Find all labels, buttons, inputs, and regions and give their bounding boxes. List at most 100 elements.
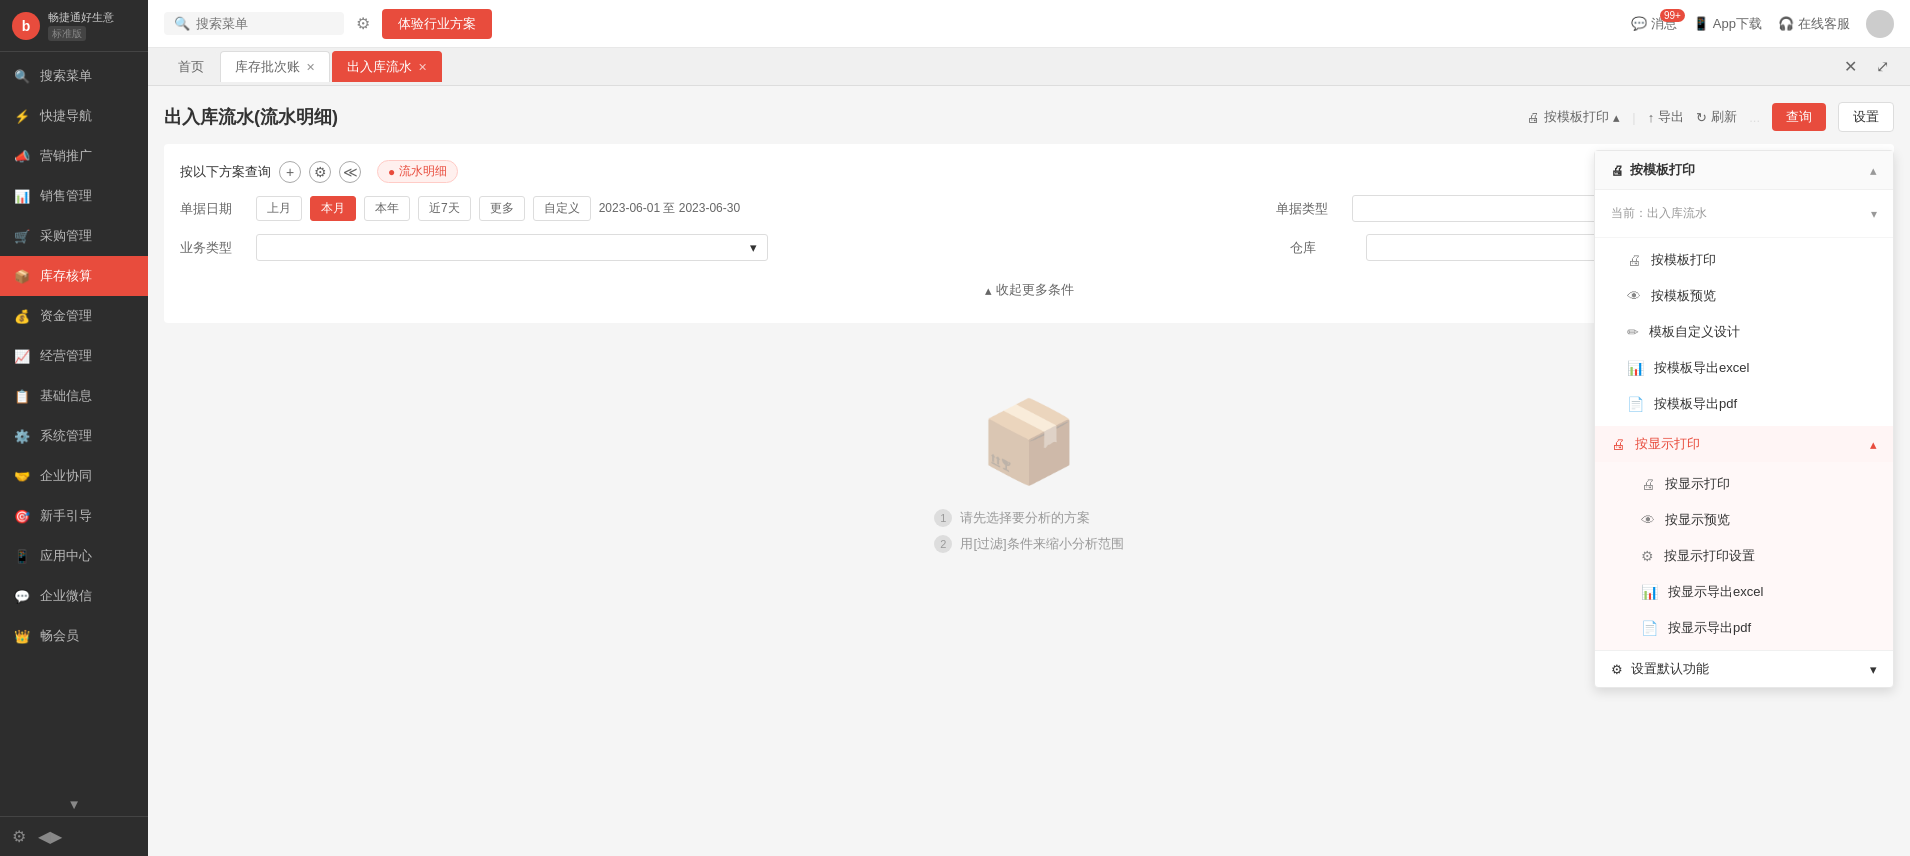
topbar-gear-icon[interactable]: ⚙ <box>356 14 370 33</box>
dropdown-template-preview[interactable]: 👁 按模板预览 <box>1595 278 1893 314</box>
filter-search-label: 按以下方案查询 <box>180 163 271 181</box>
collapse-sidebar-icon[interactable]: ◀▶ <box>38 827 62 846</box>
tab-flow-close[interactable]: ✕ <box>418 61 427 74</box>
settings-filter-button[interactable]: ⚙ <box>309 161 331 183</box>
empty-steps: 1 请先选择要分析的方案 2 用[过滤]条件来缩小分析范围 <box>934 509 1123 561</box>
dropdown-display-preview[interactable]: 👁 按显示预览 <box>1595 502 1893 538</box>
chevron-up-dropdown-icon[interactable] <box>1870 163 1877 178</box>
tab-window-actions: ✕ ⤢ <box>1838 55 1894 79</box>
basic-icon: 📋 <box>12 386 32 406</box>
sidebar-item-purchase[interactable]: 🛒 采购管理 <box>0 216 148 256</box>
dropdown-template-excel[interactable]: 📊 按模板导出excel <box>1595 350 1893 386</box>
inventory-icon: 📦 <box>12 266 32 286</box>
filter-tag[interactable]: ● 流水明细 <box>377 160 458 183</box>
industry-solution-button[interactable]: 体验行业方案 <box>382 9 492 39</box>
sidebar-item-basic[interactable]: 📋 基础信息 <box>0 376 148 416</box>
wechat-icon: 💬 <box>12 586 32 606</box>
page-header: 出入库流水(流水明细) 🖨 按模板打印 | ↑ 导出 ↻ 刷新 <box>164 102 1894 132</box>
topbar-actions: 💬 消息 99+ 📱 App下载 🎧 在线客服 <box>1631 10 1894 38</box>
sales-icon: 📊 <box>12 186 32 206</box>
sidebar-item-finance[interactable]: 💰 资金管理 <box>0 296 148 336</box>
query-button[interactable]: 查询 <box>1772 103 1826 131</box>
topbar-search-icon: 🔍 <box>174 16 190 31</box>
close-window-button[interactable]: ✕ <box>1838 55 1862 79</box>
date-btn-this-month[interactable]: 本月 <box>310 196 356 221</box>
main-area: 🔍 ⚙ 体验行业方案 💬 消息 99+ 📱 App下载 🎧 在线客服 <box>148 0 1910 856</box>
chevron-down-current-icon <box>1871 207 1877 221</box>
message-icon: 💬 <box>1631 16 1647 31</box>
topbar-search-box[interactable]: 🔍 <box>164 12 344 35</box>
sidebar-item-system[interactable]: ⚙️ 系统管理 <box>0 416 148 456</box>
export-button[interactable]: ↑ 导出 <box>1648 108 1685 126</box>
printer-icon: 🖨 <box>1527 110 1540 125</box>
empty-step-2: 2 用[过滤]条件来缩小分析范围 <box>934 535 1123 553</box>
online-service-action[interactable]: 🎧 在线客服 <box>1778 15 1850 33</box>
refresh-button[interactable]: ↻ 刷新 <box>1696 108 1737 126</box>
print-dropdown-panel: 🖨 按模板打印 当前：出入库流水 <box>1594 150 1894 688</box>
divider: | <box>1632 110 1635 125</box>
sidebar-item-operation[interactable]: 📈 经营管理 <box>0 336 148 376</box>
tab-batch-close[interactable]: ✕ <box>306 61 315 74</box>
date-btn-more[interactable]: 更多 <box>479 196 525 221</box>
tab-home[interactable]: 首页 <box>164 52 218 82</box>
tab-bar: 首页 库存批次账 ✕ 出入库流水 ✕ ✕ ⤢ <box>148 48 1910 86</box>
tab-flow[interactable]: 出入库流水 ✕ <box>332 51 442 82</box>
filter-actions-left: 按以下方案查询 + ⚙ ≪ <box>180 161 361 183</box>
page-title: 出入库流水(流水明细) <box>164 105 338 129</box>
dropdown-template-pdf[interactable]: 📄 按模板导出pdf <box>1595 386 1893 422</box>
display-section-icon: 🖨 <box>1611 436 1625 452</box>
chevron-up-icon <box>1613 110 1620 125</box>
sidebar-nav: 🔍 搜索菜单 ⚡ 快捷导航 📣 营销推广 📊 销售管理 🛒 采购管理 📦 <box>0 52 148 793</box>
dropdown-template-print[interactable]: 🖨 按模板打印 <box>1595 242 1893 278</box>
type-filter-label: 单据类型 <box>1276 200 1336 218</box>
app-download-action[interactable]: 📱 App下载 <box>1693 15 1762 33</box>
logo-icon: b <box>12 12 40 40</box>
sidebar-item-marketing[interactable]: 📣 营销推广 <box>0 136 148 176</box>
newbie-icon: 🎯 <box>12 506 32 526</box>
add-filter-button[interactable]: + <box>279 161 301 183</box>
biz-chevron-down-icon <box>750 240 757 255</box>
sidebar-item-sales[interactable]: 📊 销售管理 <box>0 176 148 216</box>
display-pdf-icon: 📄 <box>1641 620 1658 636</box>
dropdown-display-section[interactable]: 🖨 按显示打印 <box>1595 426 1893 462</box>
date-btn-7days[interactable]: 近7天 <box>418 196 471 221</box>
template-excel-icon: 📊 <box>1627 360 1644 376</box>
dropdown-display-print[interactable]: 🖨 按显示打印 <box>1595 466 1893 502</box>
collapse-filter-button[interactable]: ≪ <box>339 161 361 183</box>
template-pdf-icon: 📄 <box>1627 396 1644 412</box>
sidebar-item-newbie[interactable]: 🎯 新手引导 <box>0 496 148 536</box>
dropdown-display-excel[interactable]: 📊 按显示导出excel <box>1595 574 1893 610</box>
date-filter-label: 单据日期 <box>180 200 240 218</box>
sidebar-item-quick-nav[interactable]: ⚡ 快捷导航 <box>0 96 148 136</box>
page-toolbar: 🖨 按模板打印 | ↑ 导出 ↻ 刷新 ... 查询 设置 <box>1527 102 1894 132</box>
print-template-button[interactable]: 🖨 按模板打印 <box>1527 108 1620 126</box>
sidebar-item-collab[interactable]: 🤝 企业协同 <box>0 456 148 496</box>
sidebar-item-apps[interactable]: 📱 应用中心 <box>0 536 148 576</box>
set-button[interactable]: 设置 <box>1838 102 1894 132</box>
export-icon: ↑ <box>1648 110 1655 125</box>
message-action[interactable]: 💬 消息 99+ <box>1631 15 1677 33</box>
chevron-down-footer-icon <box>1870 662 1877 677</box>
date-btn-custom[interactable]: 自定义 <box>533 196 591 221</box>
user-avatar[interactable] <box>1866 10 1894 38</box>
dropdown-display-pdf[interactable]: 📄 按显示导出pdf <box>1595 610 1893 646</box>
dropdown-display-settings[interactable]: ⚙ 按显示打印设置 <box>1595 538 1893 574</box>
dropdown-header: 🖨 按模板打印 <box>1595 151 1893 190</box>
tab-batch[interactable]: 库存批次账 ✕ <box>220 51 330 82</box>
biz-filter-select[interactable] <box>256 234 768 261</box>
sidebar-item-inventory[interactable]: 📦 库存核算 <box>0 256 148 296</box>
settings-icon[interactable]: ⚙ <box>12 827 26 846</box>
dropdown-footer[interactable]: ⚙ 设置默认功能 <box>1595 650 1893 687</box>
sidebar-item-search[interactable]: 🔍 搜索菜单 <box>0 56 148 96</box>
page-content: 出入库流水(流水明细) 🖨 按模板打印 | ↑ 导出 ↻ 刷新 <box>148 86 1910 856</box>
display-excel-icon: 📊 <box>1641 584 1658 600</box>
sidebar-item-member[interactable]: 👑 畅会员 <box>0 616 148 656</box>
maximize-window-button[interactable]: ⤢ <box>1870 55 1894 79</box>
topbar-search-input[interactable] <box>196 16 316 31</box>
sidebar: b 畅捷通好生意 标准版 🔍 搜索菜单 ⚡ 快捷导航 📣 营销推广 📊 <box>0 0 148 856</box>
dropdown-template-custom[interactable]: ✏ 模板自定义设计 <box>1595 314 1893 350</box>
date-btn-this-year[interactable]: 本年 <box>364 196 410 221</box>
sidebar-item-wechat[interactable]: 💬 企业微信 <box>0 576 148 616</box>
date-btn-last-month[interactable]: 上月 <box>256 196 302 221</box>
sidebar-scroll-down[interactable]: ▼ <box>0 793 148 816</box>
